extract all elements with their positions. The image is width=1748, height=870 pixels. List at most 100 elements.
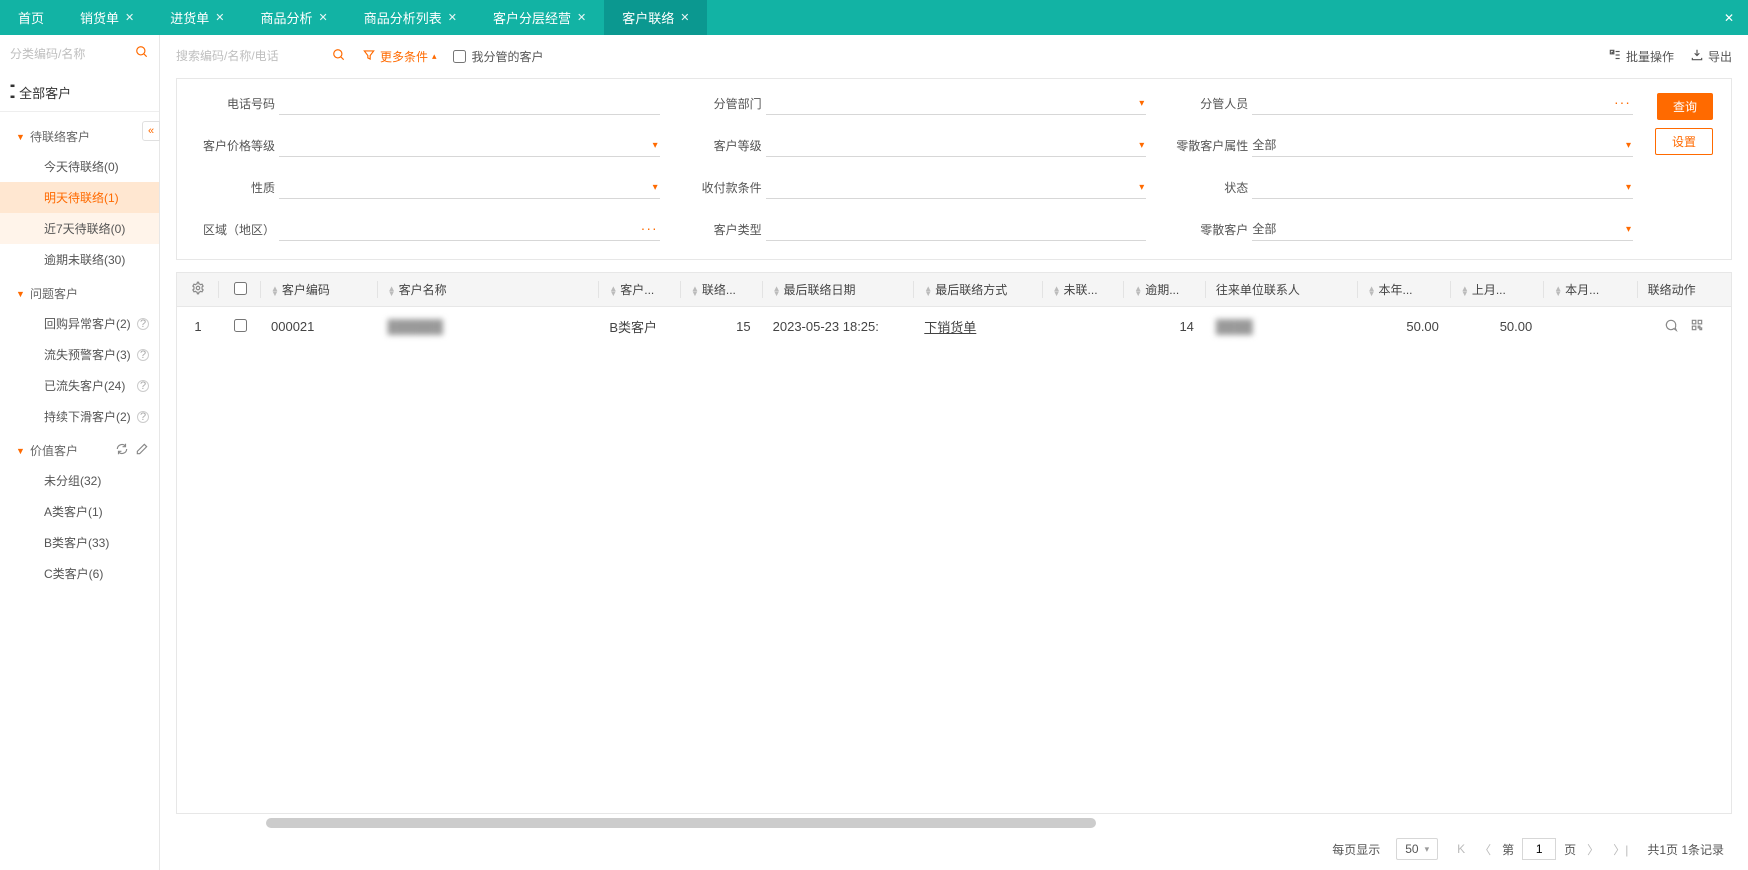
tree-item-today[interactable]: 今天待联络(0)	[0, 151, 159, 182]
tree-item-churn-warning[interactable]: 流失预警客户(3)?	[0, 339, 159, 370]
prev-page-button[interactable]: 〈	[1476, 841, 1494, 858]
chevron-down-icon[interactable]: ▾	[653, 182, 658, 193]
filter-input[interactable]	[1252, 222, 1633, 236]
help-icon[interactable]: ?	[137, 349, 149, 361]
settings-col-header[interactable]	[177, 273, 219, 307]
tab-purchase-order[interactable]: 进货单✕	[152, 0, 242, 35]
my-customers-checkbox[interactable]: 我分管的客户	[453, 48, 544, 65]
scrollbar-thumb[interactable]	[266, 818, 1096, 828]
chevron-down-icon[interactable]: ▾	[1626, 140, 1631, 151]
filter-input[interactable]	[766, 96, 1147, 110]
sidebar-header[interactable]: ▪▪▪▪ 全部客户	[0, 73, 159, 112]
close-icon[interactable]: ✕	[680, 11, 689, 24]
tree-group-title[interactable]: ▼问题客户	[0, 279, 159, 308]
col-name[interactable]: ▲▼客户名称	[378, 273, 600, 307]
filter-input[interactable]	[279, 180, 660, 194]
refresh-icon[interactable]	[115, 442, 129, 459]
tab-home[interactable]: 首页	[0, 0, 62, 35]
col-c10[interactable]: ▲▼本年...	[1358, 273, 1451, 307]
col-c7[interactable]: ▲▼未联...	[1043, 273, 1125, 307]
sidebar-collapse-button[interactable]: «	[142, 121, 160, 141]
tree-item-class-a[interactable]: A类客户(1)	[0, 496, 159, 527]
page-size-select[interactable]: 50▾	[1396, 838, 1438, 860]
setting-button[interactable]: 设置	[1655, 128, 1713, 155]
tree-group-title[interactable]: ▼价值客户	[0, 436, 159, 465]
close-icon[interactable]: ✕	[577, 11, 586, 24]
filter-input[interactable]	[766, 180, 1147, 194]
filter-input[interactable]	[766, 138, 1147, 152]
close-icon[interactable]: ✕	[215, 11, 224, 24]
filter-input[interactable]	[1252, 180, 1633, 194]
tree-item-7days[interactable]: 近7天待联络(0)	[0, 213, 159, 244]
search-input[interactable]	[176, 45, 346, 68]
page-input[interactable]	[1522, 838, 1556, 860]
tree-item-declining[interactable]: 持续下滑客户(2)?	[0, 401, 159, 432]
query-button[interactable]: 查询	[1657, 93, 1713, 120]
chevron-down-icon[interactable]: ▾	[1139, 140, 1144, 151]
last-page-button[interactable]: 〉|	[1610, 841, 1631, 858]
checkbox-input[interactable]	[453, 50, 466, 63]
batch-action-button[interactable]: 批量操作	[1608, 48, 1674, 65]
export-button[interactable]: 导出	[1690, 48, 1732, 65]
edit-icon[interactable]	[135, 442, 149, 459]
select-all-checkbox[interactable]	[234, 282, 247, 295]
cell-last-way[interactable]: 下销货单	[914, 307, 1042, 347]
filter-input[interactable]	[279, 138, 660, 152]
chevron-down-icon[interactable]: ▾	[1139, 182, 1144, 193]
col-code[interactable]: ▲▼客户编码	[261, 273, 378, 307]
tab-product-analysis[interactable]: 商品分析✕	[242, 0, 345, 35]
chevron-down-icon[interactable]: ▾	[1626, 224, 1631, 235]
search-icon[interactable]	[135, 45, 149, 62]
tab-product-analysis-list[interactable]: 商品分析列表✕	[346, 0, 475, 35]
col-contact[interactable]: 往来单位联系人	[1206, 273, 1358, 307]
close-icon[interactable]: ✕	[319, 11, 328, 24]
filter-input[interactable]	[766, 222, 1147, 236]
col-c11[interactable]: ▲▼上月...	[1451, 273, 1544, 307]
row-checkbox[interactable]	[234, 319, 247, 332]
next-page-button[interactable]: 〉	[1584, 841, 1602, 858]
tree-item-class-b[interactable]: B类客户(33)	[0, 527, 159, 558]
chevron-down-icon[interactable]: ▾	[1139, 98, 1144, 109]
tree-group-title[interactable]: ▼待联络客户	[0, 122, 159, 151]
select-all-header[interactable]	[219, 273, 261, 307]
tree-item-repurchase-anomaly[interactable]: 回购异常客户(2)?	[0, 308, 159, 339]
col-c3[interactable]: ▲▼客户...	[599, 273, 681, 307]
tab-customer-contact[interactable]: 客户联络✕	[604, 0, 707, 35]
search-icon[interactable]	[332, 48, 346, 65]
help-icon[interactable]: ?	[137, 380, 149, 392]
col-last-way[interactable]: ▲▼最后联络方式	[914, 273, 1042, 307]
close-icon[interactable]: ✕	[125, 11, 134, 24]
tab-customer-tier[interactable]: 客户分层经营✕	[475, 0, 604, 35]
qrcode-icon[interactable]	[1690, 318, 1704, 335]
more-filters-toggle[interactable]: 更多条件 ▴	[362, 48, 437, 65]
filter-input[interactable]	[1252, 138, 1633, 152]
tree-item-overdue[interactable]: 逾期未联络(30)	[0, 244, 159, 275]
chevron-down-icon[interactable]: ▾	[1626, 182, 1631, 193]
more-icon[interactable]: ···	[641, 220, 658, 236]
tree-item-ungrouped[interactable]: 未分组(32)	[0, 465, 159, 496]
tree-item-tomorrow[interactable]: 明天待联络(1)	[0, 182, 159, 213]
help-icon[interactable]: ?	[137, 411, 149, 423]
tab-sales-order[interactable]: 销货单✕	[62, 0, 152, 35]
col-c12[interactable]: ▲▼本月...	[1544, 273, 1637, 307]
table-scroll[interactable]: ▲▼客户编码 ▲▼客户名称 ▲▼客户... ▲▼联络... ▲▼最后联络日期 ▲…	[177, 273, 1731, 813]
chat-icon[interactable]	[1664, 318, 1678, 335]
tree-item-churned[interactable]: 已流失客户(24)?	[0, 370, 159, 401]
more-icon[interactable]: ···	[1614, 94, 1631, 110]
close-all-tabs-button[interactable]: ✕	[1718, 0, 1740, 35]
first-page-button[interactable]: K	[1454, 842, 1468, 856]
cell-link[interactable]: 下销货单	[924, 320, 976, 335]
filter-input[interactable]	[279, 222, 660, 236]
chevron-down-icon[interactable]: ▾	[653, 140, 658, 151]
filter-input[interactable]	[279, 96, 660, 110]
sidebar-search-input[interactable]	[10, 43, 149, 65]
col-c4[interactable]: ▲▼联络...	[681, 273, 763, 307]
col-last-date[interactable]: ▲▼最后联络日期	[763, 273, 915, 307]
filter-input[interactable]	[1252, 96, 1633, 110]
help-icon[interactable]: ?	[137, 318, 149, 330]
tree-item-class-c[interactable]: C类客户(6)	[0, 558, 159, 589]
col-c8[interactable]: ▲▼逾期...	[1124, 273, 1206, 307]
horizontal-scrollbar[interactable]	[176, 818, 1732, 830]
close-icon[interactable]: ✕	[448, 11, 457, 24]
table-row[interactable]: 1 000021 ██████ B类客户 15 2023-05-23 18:25…	[177, 307, 1731, 347]
